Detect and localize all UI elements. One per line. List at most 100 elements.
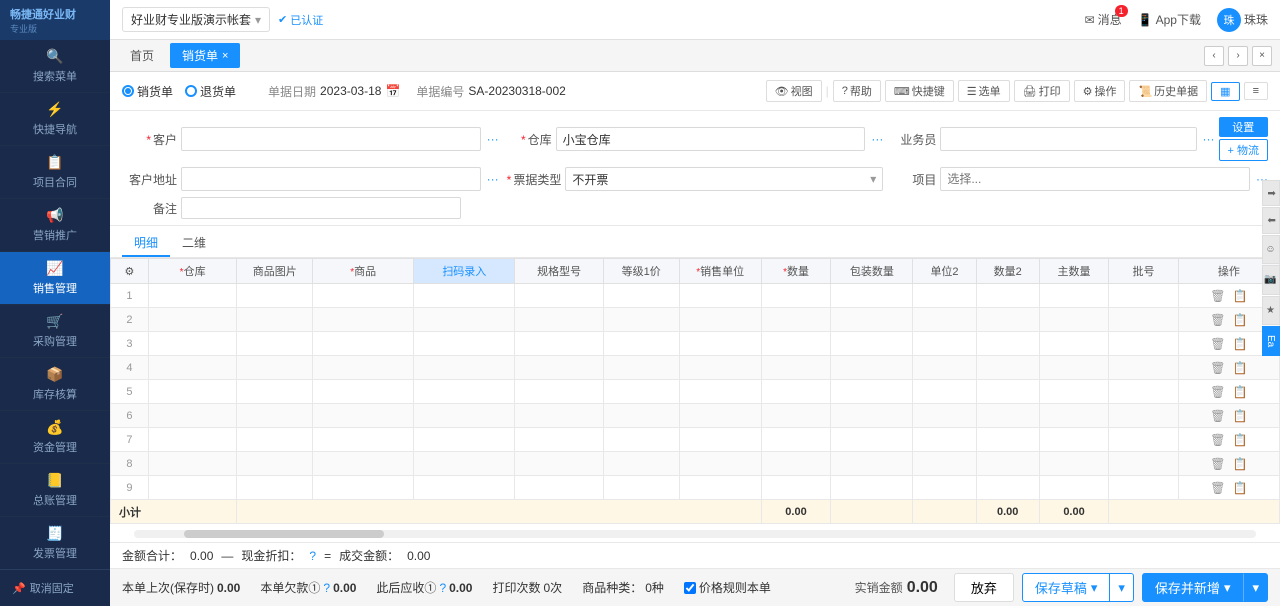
row-warehouse[interactable] bbox=[148, 308, 236, 332]
settings-button[interactable]: 设置 bbox=[1219, 117, 1268, 137]
radio-return[interactable]: 退货单 bbox=[185, 83, 236, 100]
address-input[interactable] bbox=[181, 167, 481, 191]
tab-home[interactable]: 首页 bbox=[118, 43, 166, 68]
row-product[interactable] bbox=[313, 452, 414, 476]
row-product[interactable] bbox=[313, 476, 414, 500]
row-qty2[interactable] bbox=[976, 332, 1039, 356]
row-qty[interactable] bbox=[761, 284, 831, 308]
sidebar-item-inventory[interactable]: 📦 库存核算 bbox=[0, 358, 110, 411]
float-btn-star[interactable]: ★ bbox=[1262, 296, 1280, 325]
row-price1[interactable] bbox=[603, 284, 679, 308]
print-button[interactable]: 🖨 打印 bbox=[1014, 80, 1070, 102]
tab-detail[interactable]: 明细 bbox=[122, 230, 170, 257]
staff-dots[interactable]: ··· bbox=[1203, 132, 1215, 146]
row-product-img[interactable] bbox=[237, 380, 313, 404]
row-batch[interactable] bbox=[1109, 356, 1179, 380]
th-unit2[interactable]: 单位2 bbox=[913, 259, 976, 284]
unpin-button[interactable]: 📌 取消固定 bbox=[6, 576, 104, 600]
row-product-img[interactable] bbox=[237, 284, 313, 308]
row-pack-qty[interactable] bbox=[831, 332, 913, 356]
receivable-help-icon[interactable]: ? bbox=[439, 581, 446, 595]
row-qty2[interactable] bbox=[976, 380, 1039, 404]
row-price1[interactable] bbox=[603, 452, 679, 476]
row-batch[interactable] bbox=[1109, 476, 1179, 500]
select-button[interactable]: ☰ 选单 bbox=[958, 80, 1010, 102]
sidebar-item-purchase[interactable]: 🛒 采购管理 bbox=[0, 305, 110, 358]
th-product[interactable]: *商品 bbox=[313, 259, 414, 284]
row-qty[interactable] bbox=[761, 452, 831, 476]
row-qty2[interactable] bbox=[976, 452, 1039, 476]
row-main-qty[interactable] bbox=[1039, 356, 1109, 380]
th-price1[interactable]: 等级1价 bbox=[603, 259, 679, 284]
sidebar-item-marketing[interactable]: 📢 营销推广 bbox=[0, 199, 110, 252]
row-scan[interactable] bbox=[414, 404, 515, 428]
row-qty[interactable] bbox=[761, 356, 831, 380]
save-draft-button[interactable]: 保存草稿 ▾ bbox=[1022, 573, 1111, 602]
delete-icon[interactable]: 🗑 bbox=[1210, 313, 1225, 327]
customer-dots[interactable]: ··· bbox=[487, 132, 499, 146]
price-check-checkbox[interactable] bbox=[684, 582, 696, 594]
row-product[interactable] bbox=[313, 284, 414, 308]
logistics-button[interactable]: + 物流 bbox=[1219, 139, 1268, 161]
delete-icon[interactable]: 🗑 bbox=[1210, 409, 1225, 423]
row-sale-unit[interactable] bbox=[679, 452, 761, 476]
row-product-img[interactable] bbox=[237, 452, 313, 476]
float-btn-smile[interactable]: ☺ bbox=[1262, 235, 1280, 264]
row-product-img[interactable] bbox=[237, 356, 313, 380]
customer-input[interactable] bbox=[181, 127, 481, 151]
save-draft-arrow-button[interactable]: ▾ bbox=[1110, 573, 1134, 602]
sidebar-item-search[interactable]: 🔍 搜索菜单 bbox=[0, 40, 110, 93]
operate-button[interactable]: ⚙ 操作 bbox=[1074, 80, 1126, 102]
staff-input[interactable] bbox=[940, 127, 1196, 151]
delete-icon[interactable]: 🗑 bbox=[1210, 337, 1225, 351]
row-qty[interactable] bbox=[761, 404, 831, 428]
app-download-button[interactable]: 📱 App下载 bbox=[1138, 11, 1201, 28]
row-qty2[interactable] bbox=[976, 284, 1039, 308]
row-batch[interactable] bbox=[1109, 428, 1179, 452]
th-spec[interactable]: 规格型号 bbox=[515, 259, 603, 284]
row-unit2[interactable] bbox=[913, 452, 976, 476]
row-product-img[interactable] bbox=[237, 428, 313, 452]
delete-icon[interactable]: 🗑 bbox=[1210, 289, 1225, 303]
row-price1[interactable] bbox=[603, 380, 679, 404]
row-product-img[interactable] bbox=[237, 404, 313, 428]
row-spec[interactable] bbox=[515, 356, 603, 380]
row-product[interactable] bbox=[313, 356, 414, 380]
row-spec[interactable] bbox=[515, 308, 603, 332]
row-unit2[interactable] bbox=[913, 476, 976, 500]
warehouse-input[interactable]: 小宝仓库 bbox=[556, 127, 866, 151]
row-price1[interactable] bbox=[603, 356, 679, 380]
row-pack-qty[interactable] bbox=[831, 452, 913, 476]
row-main-qty[interactable] bbox=[1039, 332, 1109, 356]
row-scan[interactable] bbox=[414, 284, 515, 308]
row-batch[interactable] bbox=[1109, 308, 1179, 332]
row-product[interactable] bbox=[313, 332, 414, 356]
delete-icon[interactable]: 🗑 bbox=[1210, 457, 1225, 471]
row-warehouse[interactable] bbox=[148, 332, 236, 356]
row-price1[interactable] bbox=[603, 332, 679, 356]
row-warehouse[interactable] bbox=[148, 356, 236, 380]
copy-icon[interactable]: 📋 bbox=[1233, 433, 1248, 447]
row-spec[interactable] bbox=[515, 476, 603, 500]
row-pack-qty[interactable] bbox=[831, 428, 913, 452]
row-sale-unit[interactable] bbox=[679, 284, 761, 308]
row-spec[interactable] bbox=[515, 404, 603, 428]
row-price1[interactable] bbox=[603, 428, 679, 452]
row-product[interactable] bbox=[313, 380, 414, 404]
copy-icon[interactable]: 📋 bbox=[1233, 289, 1248, 303]
row-main-qty[interactable] bbox=[1039, 380, 1109, 404]
th-sale-unit[interactable]: *销售单位 bbox=[679, 259, 761, 284]
row-pack-qty[interactable] bbox=[831, 404, 913, 428]
remark-input[interactable] bbox=[181, 197, 461, 219]
row-price1[interactable] bbox=[603, 404, 679, 428]
row-warehouse[interactable] bbox=[148, 404, 236, 428]
abandon-button[interactable]: 放弃 bbox=[954, 573, 1014, 602]
help-button[interactable]: ? 帮助 bbox=[833, 80, 881, 102]
delete-icon[interactable]: 🗑 bbox=[1210, 361, 1225, 375]
row-qty[interactable] bbox=[761, 428, 831, 452]
copy-icon[interactable]: 📋 bbox=[1233, 409, 1248, 423]
row-qty[interactable] bbox=[761, 332, 831, 356]
row-spec[interactable] bbox=[515, 380, 603, 404]
copy-icon[interactable]: 📋 bbox=[1233, 457, 1248, 471]
user-avatar[interactable]: 珠 珠珠 bbox=[1217, 8, 1268, 32]
